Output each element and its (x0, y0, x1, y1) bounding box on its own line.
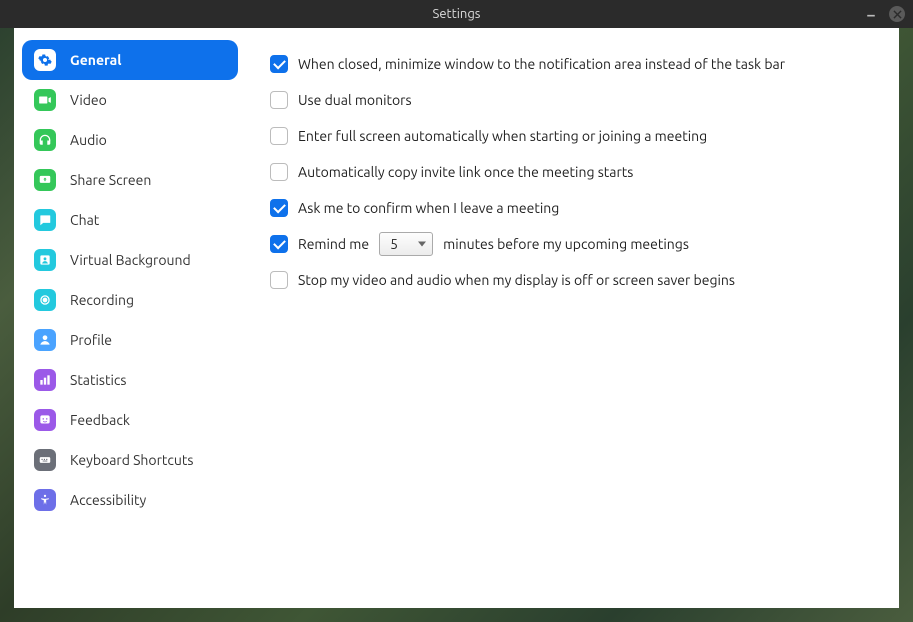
sidebar-item-profile[interactable]: Profile (22, 320, 238, 360)
stats-icon (34, 369, 56, 391)
checkbox-confirm-leave[interactable] (270, 199, 288, 217)
accessibility-icon (34, 489, 56, 511)
sidebar-item-label: Recording (70, 292, 134, 308)
setting-label: When closed, minimize window to the noti… (298, 56, 785, 72)
minimize-button[interactable]: – (863, 6, 879, 22)
setting-confirm-leave: Ask me to confirm when I leave a meeting (270, 196, 875, 220)
setting-copy-invite-link: Automatically copy invite link once the … (270, 160, 875, 184)
remind-minutes-dropdown[interactable]: 5 (379, 232, 433, 256)
close-button[interactable] (889, 6, 905, 22)
setting-stop-av-on-sleep: Stop my video and audio when my display … (270, 268, 875, 292)
sidebar-item-recording[interactable]: Recording (22, 280, 238, 320)
setting-label-suffix: minutes before my upcoming meetings (443, 236, 689, 252)
sidebar-item-label: Keyboard Shortcuts (70, 452, 193, 468)
titlebar: Settings – (0, 0, 913, 28)
sidebar-item-label: Virtual Background (70, 252, 191, 268)
checkbox-copy-invite-link[interactable] (270, 163, 288, 181)
dropdown-value: 5 (390, 236, 398, 252)
record-icon (34, 289, 56, 311)
sidebar-item-virtual-background[interactable]: Virtual Background (22, 240, 238, 280)
sidebar-item-label: Accessibility (70, 492, 146, 508)
headphones-icon (34, 129, 56, 151)
checkbox-remind-me[interactable] (270, 235, 288, 253)
checkbox-stop-av-on-sleep[interactable] (270, 271, 288, 289)
keyboard-icon (34, 449, 56, 471)
settings-window: General Video Audio Share Screen Chat (14, 28, 899, 608)
sidebar-item-label: Share Screen (70, 172, 151, 188)
window-controls: – (863, 0, 905, 28)
setting-label: Enter full screen automatically when sta… (298, 128, 707, 144)
sidebar-item-video[interactable]: Video (22, 80, 238, 120)
sidebar-item-label: Statistics (70, 372, 126, 388)
settings-content: When closed, minimize window to the noti… (246, 28, 899, 608)
checkbox-dual-monitors[interactable] (270, 91, 288, 109)
sidebar-item-label: General (70, 52, 122, 68)
sidebar: General Video Audio Share Screen Chat (14, 28, 246, 608)
video-icon (34, 89, 56, 111)
sidebar-item-keyboard-shortcuts[interactable]: Keyboard Shortcuts (22, 440, 238, 480)
sidebar-item-label: Audio (70, 132, 107, 148)
sidebar-item-audio[interactable]: Audio (22, 120, 238, 160)
chat-icon (34, 209, 56, 231)
sidebar-item-label: Feedback (70, 412, 130, 428)
checkbox-minimize-to-tray[interactable] (270, 55, 288, 73)
share-icon (34, 169, 56, 191)
setting-label: Stop my video and audio when my display … (298, 272, 735, 288)
sidebar-item-label: Video (70, 92, 107, 108)
setting-dual-monitors: Use dual monitors (270, 88, 875, 112)
sidebar-item-chat[interactable]: Chat (22, 200, 238, 240)
sidebar-item-label: Chat (70, 212, 99, 228)
checkbox-fullscreen-on-join[interactable] (270, 127, 288, 145)
profile-icon (34, 329, 56, 351)
background-icon (34, 249, 56, 271)
feedback-icon (34, 409, 56, 431)
setting-fullscreen-on-join: Enter full screen automatically when sta… (270, 124, 875, 148)
sidebar-item-general[interactable]: General (22, 40, 238, 80)
setting-label: Use dual monitors (298, 92, 412, 108)
setting-label: Ask me to confirm when I leave a meeting (298, 200, 559, 216)
sidebar-item-label: Profile (70, 332, 112, 348)
gear-icon (34, 49, 56, 71)
setting-remind-me: Remind me 5 minutes before my upcoming m… (270, 232, 875, 256)
sidebar-item-share-screen[interactable]: Share Screen (22, 160, 238, 200)
setting-label: Automatically copy invite link once the … (298, 164, 633, 180)
setting-minimize-to-tray: When closed, minimize window to the noti… (270, 52, 875, 76)
sidebar-item-accessibility[interactable]: Accessibility (22, 480, 238, 520)
sidebar-item-statistics[interactable]: Statistics (22, 360, 238, 400)
sidebar-item-feedback[interactable]: Feedback (22, 400, 238, 440)
setting-label-prefix: Remind me (298, 236, 369, 252)
window-title: Settings (433, 7, 481, 21)
